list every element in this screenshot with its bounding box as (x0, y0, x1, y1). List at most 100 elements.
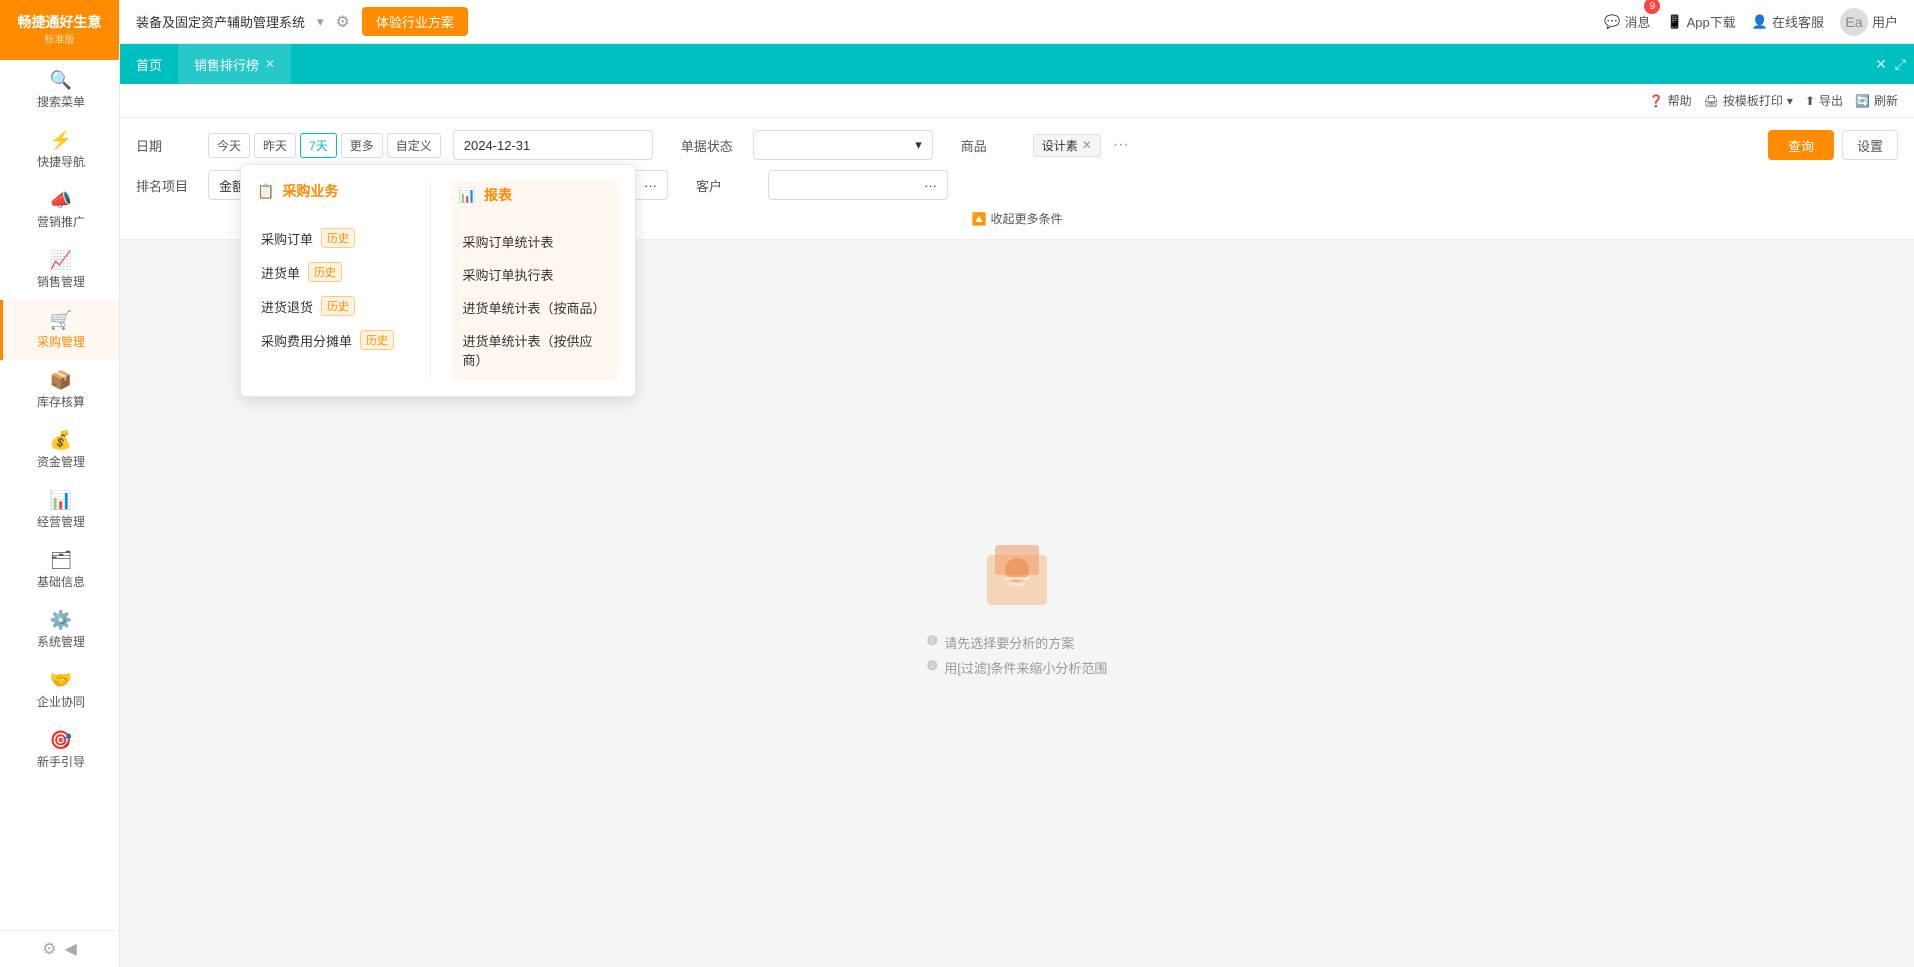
sidebar-item-search[interactable]: 🔍 搜索菜单 (0, 60, 119, 120)
sidebar-item-finance[interactable]: 💰 资金管理 (0, 420, 119, 480)
query-btn[interactable]: 查询 (1768, 130, 1834, 160)
report-col-title: 📊 报表 (459, 185, 612, 213)
settings-btn[interactable]: 设置 (1842, 130, 1898, 160)
export-btn[interactable]: ⬆ 导出 (1805, 92, 1843, 109)
report-receipt-supplier-item[interactable]: 进货单统计表（按供应商） (459, 324, 612, 376)
dropdown-arrow-icon[interactable]: ▾ (317, 14, 324, 30)
date-quick-btns: 今天 昨天 7天 更多 自定义 (208, 133, 441, 158)
doc-status-select[interactable]: ▾ (753, 130, 933, 160)
report-receipt-supplier-label: 进货单统计表（按供应商） (463, 331, 608, 369)
sidebar-item-basicinfo[interactable]: 🗂 基础信息 (0, 540, 119, 600)
date-7days-btn[interactable]: 7天 (300, 133, 337, 158)
report-col: 📊 报表 采购订单统计表 采购订单执行表 进货单统计表（按商品） 进货单统计表（… (451, 181, 620, 380)
tab-expand-btn[interactable]: ⤢ (1895, 56, 1906, 73)
settings-bottom-icon[interactable]: ⚙ (42, 939, 56, 959)
report-order-stats-label: 采购订单统计表 (463, 232, 554, 251)
phone-icon: 📱 (1666, 14, 1682, 30)
print-btn[interactable]: 🖨 按模板打印 ▾ (1704, 92, 1793, 109)
date-yesterday-btn[interactable]: 昨天 (254, 133, 296, 158)
sidebar-item-label: 销售管理 (37, 273, 85, 290)
collapse-label: 收起更多条件 (990, 210, 1062, 227)
sidebar-item-label: 资金管理 (37, 453, 85, 470)
finance-icon: 💰 (50, 430, 72, 451)
tab-bar: 首页 销售排行榜 ✕ ✕ ⤢ (120, 44, 1914, 84)
goods-more-icon[interactable]: ··· (1113, 136, 1129, 154)
sidebar-item-label: 系统管理 (37, 633, 85, 650)
collapse-sidebar-icon[interactable]: ◀ (65, 939, 77, 959)
settings-icon[interactable]: ⚙ (336, 12, 350, 32)
goods-tag-close-icon[interactable]: ✕ (1082, 138, 1092, 152)
industry-btn[interactable]: 体验行业方案 (362, 7, 468, 36)
sidebar-item-label: 企业协同 (37, 693, 85, 710)
sidebar-item-label: 搜索菜单 (37, 93, 85, 110)
empty-hint-list: ❶ 请先选择要分析的方案 ❷ 用[过滤]条件来缩小分析范围 (927, 633, 1108, 683)
sidebar-item-system[interactable]: ⚙️ 系统管理 (0, 600, 119, 660)
sidebar-item-label: 新手引导 (37, 753, 85, 770)
print-arrow-icon[interactable]: ▾ (1787, 94, 1793, 108)
online-service-btn[interactable]: 👤 在线客服 (1752, 12, 1824, 31)
report-order-exec-item[interactable]: 采购订单执行表 (459, 258, 612, 291)
date-today-btn[interactable]: 今天 (208, 133, 250, 158)
purchase-return-item[interactable]: 进货退货 历史 (257, 289, 410, 323)
guide-icon: 🎯 (50, 730, 72, 751)
message-icon: 💬 (1604, 14, 1620, 30)
sidebar-item-purchase[interactable]: 🛒 采购管理 (0, 300, 119, 360)
purchase-expense-history-badge: 历史 (360, 330, 394, 350)
user-menu[interactable]: Ea 用户 (1840, 8, 1898, 36)
tab-close-icon[interactable]: ✕ (265, 57, 275, 71)
print-label: 按模板打印 (1723, 92, 1783, 109)
message-badge: 9 (1644, 0, 1660, 14)
dropdown-divider (430, 181, 431, 380)
purchase-expense-item[interactable]: 采购费用分摊单 历史 (257, 323, 410, 357)
avatar: Ea (1840, 8, 1868, 36)
sidebar-item-label: 经营管理 (37, 513, 85, 530)
print-icon: 🖨 (1704, 94, 1719, 108)
app-download-btn[interactable]: 📱 App下载 (1666, 12, 1735, 31)
date-custom-btn[interactable]: 自定义 (387, 133, 441, 158)
sidebar-item-label: 采购管理 (37, 333, 85, 350)
logo-text: 畅捷通好生意 (18, 14, 102, 31)
content-area: ❓ 帮助 🖨 按模板打印 ▾ ⬆ 导出 🔄 刷新 (120, 84, 1914, 967)
date-more-btn[interactable]: 更多 (341, 133, 383, 158)
report-order-stats-item[interactable]: 采购订单统计表 (459, 225, 612, 258)
quicknav-icon: ⚡ (50, 130, 72, 151)
sidebar-item-sales[interactable]: 📈 销售管理 (0, 240, 119, 300)
sidebar-bottom: ⚙ ◀ (0, 930, 119, 967)
online-service-label: 在线客服 (1772, 12, 1824, 31)
purchase-order-item[interactable]: 采购订单 历史 (257, 221, 410, 255)
tab-sales-rank[interactable]: 销售排行榜 ✕ (178, 44, 291, 84)
purchase-col-title: 📋 采购业务 (257, 181, 410, 209)
refresh-btn[interactable]: 🔄 刷新 (1855, 92, 1898, 109)
sidebar-item-quicknav[interactable]: ⚡ 快捷导航 (0, 120, 119, 180)
refresh-label: 刷新 (1874, 92, 1898, 109)
help-btn[interactable]: ❓ 帮助 (1649, 92, 1692, 109)
tab-close-btn[interactable]: ✕ (1875, 56, 1887, 73)
salesman-dots-icon[interactable]: ··· (644, 178, 657, 193)
rank-label: 排名项目 (136, 176, 196, 195)
sidebar-item-collab[interactable]: 🤝 企业协同 (0, 660, 119, 720)
sidebar-item-operations[interactable]: 📊 经营管理 (0, 480, 119, 540)
sidebar-item-marketing[interactable]: 📣 营销推广 (0, 180, 119, 240)
purchase-col: 📋 采购业务 采购订单 历史 进货单 历史 进货退货 历史 采购费用分摊单 (257, 181, 410, 380)
refresh-icon: 🔄 (1855, 94, 1870, 108)
report-receipt-goods-item[interactable]: 进货单统计表（按商品） (459, 291, 612, 324)
hint-text-2: 用[过滤]条件来缩小分析范围 (944, 658, 1107, 677)
filter-row-1: 日期 今天 昨天 7天 更多 自定义 2024-12-31 单据状态 ▾ 商品 (136, 130, 1898, 160)
goods-tag[interactable]: 设计素 ✕ (1033, 134, 1101, 157)
date-input[interactable]: 2024-12-31 (453, 130, 653, 160)
top-header: 装备及固定资产辅助管理系统 ▾ ⚙ 体验行业方案 💬 9 消息 📱 App下载 … (120, 0, 1914, 44)
customer-select[interactable]: ··· (768, 170, 948, 200)
sidebar-item-inventory[interactable]: 📦 库存核算 (0, 360, 119, 420)
customer-dots-icon[interactable]: ··· (924, 178, 937, 193)
purchase-return-label: 进货退货 (261, 297, 313, 316)
collab-icon: 🤝 (50, 670, 72, 691)
header-right: 💬 9 消息 📱 App下载 👤 在线客服 Ea 用户 (1604, 8, 1898, 36)
tab-sales-rank-label: 销售排行榜 (194, 55, 259, 74)
tab-home[interactable]: 首页 (120, 44, 178, 84)
collapse-btn[interactable]: 🔼 收起更多条件 (972, 210, 1063, 227)
dropdown-menu: 📋 采购业务 采购订单 历史 进货单 历史 进货退货 历史 采购费用分摊单 (240, 164, 636, 397)
message-btn[interactable]: 💬 9 消息 (1604, 12, 1650, 31)
purchase-receipt-item[interactable]: 进货单 历史 (257, 255, 410, 289)
sidebar-item-guide[interactable]: 🎯 新手引导 (0, 720, 119, 780)
goods-label: 商品 (961, 136, 1021, 155)
